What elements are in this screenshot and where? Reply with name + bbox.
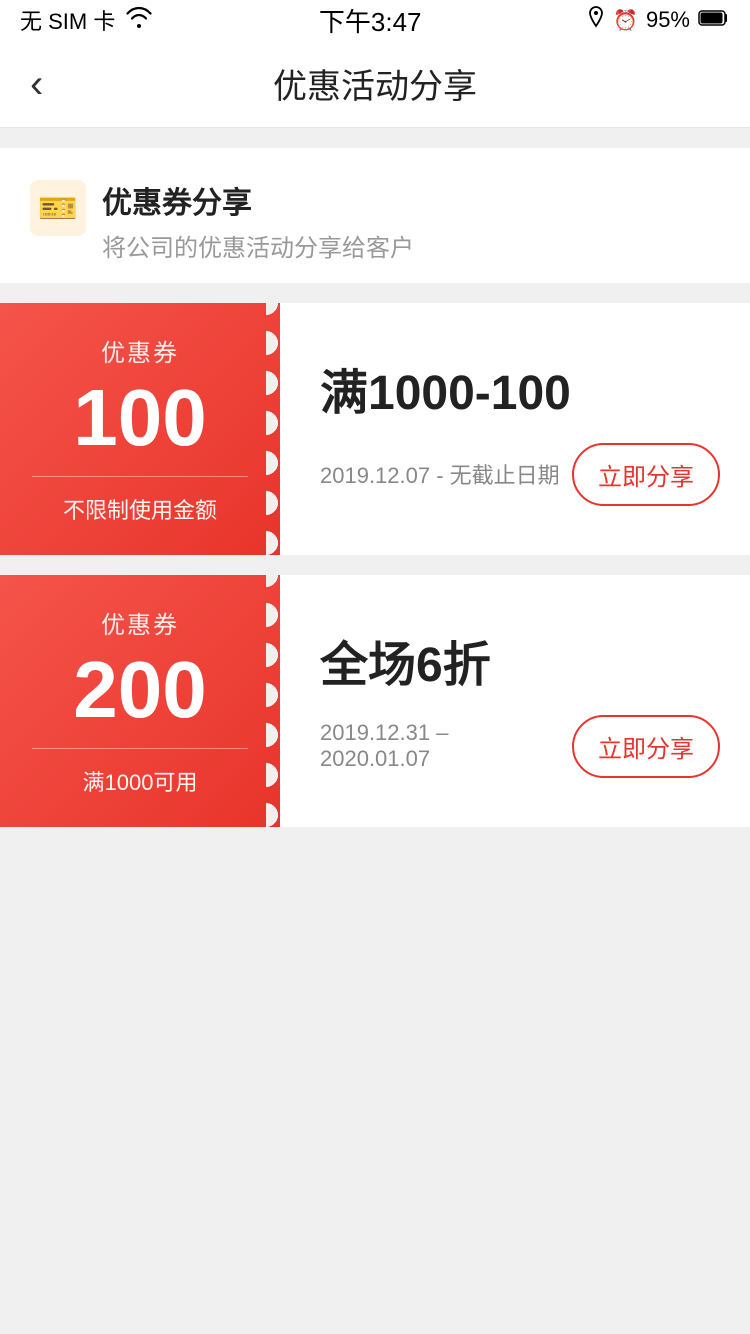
nav-title: 优惠活动分享 [273,59,477,108]
coupon-icon: 🎫 [38,189,78,227]
battery-icon [698,7,730,33]
location-icon [587,6,605,34]
status-right: ⏰ 95% [587,6,730,34]
coupon-card-1: 优惠券 100 不限制使用金额 满1000-100 2019.12.07 - 无… [0,303,750,555]
section-header: 🎫 优惠券分享 将公司的优惠活动分享给客户 [0,148,750,283]
coupon-list: 优惠券 100 不限制使用金额 满1000-100 2019.12.07 - 无… [0,303,750,867]
empty-area [0,867,750,1267]
section-subtitle: 将公司的优惠活动分享给客户 [102,228,414,263]
coupon-divider-1 [32,476,248,477]
coupon-left-2: 优惠券 200 满1000可用 [0,575,280,827]
coupon-card-2: 优惠券 200 满1000可用 全场6折 2019.12.31 – 2020.0… [0,575,750,827]
gap-top [0,128,750,148]
battery-percent: 95% [646,7,690,33]
share-button-2[interactable]: 立即分享 [572,715,720,778]
status-time: 下午3:47 [319,2,422,39]
wifi-icon [125,6,153,34]
carrier-text: 无 SIM 卡 [20,4,115,36]
coupon-date-2: 2019.12.31 – 2020.01.07 [320,720,562,772]
coupon-bottom-row-1: 2019.12.07 - 无截止日期 立即分享 [320,443,720,506]
section-text-group: 优惠券分享 将公司的优惠活动分享给客户 [102,178,414,263]
coupon-condition-1: 不限制使用金额 [63,493,217,525]
coupon-label-1: 优惠券 [101,333,179,368]
coupon-date-1: 2019.12.07 - 无截止日期 [320,458,562,490]
status-bar: 无 SIM 卡 下午3:47 ⏰ 95% [0,0,750,40]
coupon-name-2: 全场6折 [320,625,720,695]
coupon-amount-1: 100 [73,378,206,458]
share-button-1[interactable]: 立即分享 [572,443,720,506]
alarm-icon: ⏰ [613,8,638,33]
back-button[interactable]: ‹ [30,64,43,104]
coupon-condition-2: 满1000可用 [83,765,198,797]
coupon-name-1: 满1000-100 [320,353,720,423]
coupon-right-1: 满1000-100 2019.12.07 - 无截止日期 立即分享 [280,303,750,555]
coupon-right-2: 全场6折 2019.12.31 – 2020.01.07 立即分享 [280,575,750,827]
section-icon: 🎫 [30,180,86,236]
coupon-label-2: 优惠券 [101,605,179,640]
section-title: 优惠券分享 [102,178,414,222]
status-left: 无 SIM 卡 [20,4,153,36]
coupon-amount-2: 200 [73,650,206,730]
coupon-bottom-row-2: 2019.12.31 – 2020.01.07 立即分享 [320,715,720,778]
nav-bar: ‹ 优惠活动分享 [0,40,750,128]
coupon-divider-2 [32,748,248,749]
coupon-left-1: 优惠券 100 不限制使用金额 [0,303,280,555]
